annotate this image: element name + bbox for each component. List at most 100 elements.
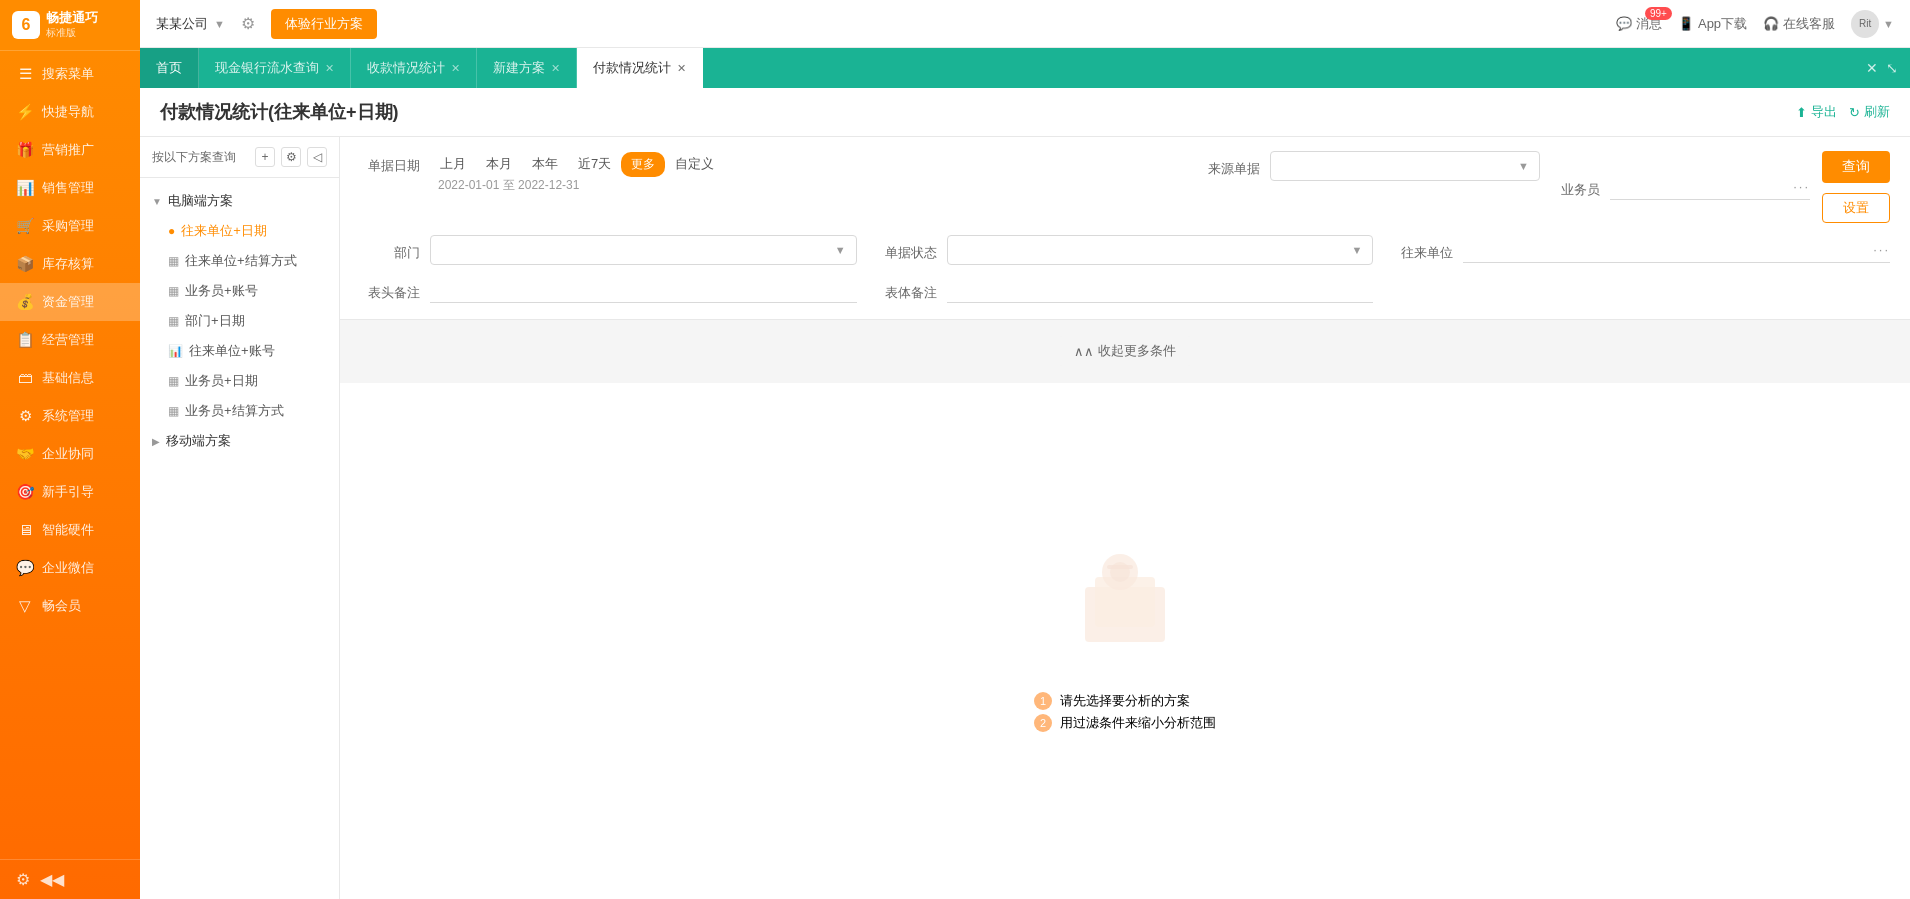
- query-button[interactable]: 查询: [1822, 151, 1890, 183]
- desktop-group-label: 电脑端方案: [168, 192, 233, 210]
- close-all-icon[interactable]: ✕: [1866, 60, 1878, 76]
- top-header: 某某公司 ▼ ⚙ 体验行业方案 💬 消息 99+ 📱 App下载 🎧 在线客服 …: [140, 0, 1910, 48]
- collection-tab-label: 收款情况统计: [367, 59, 445, 77]
- export-button[interactable]: ⬆ 导出: [1796, 103, 1837, 121]
- empty-illustration: [1065, 547, 1185, 668]
- collapse-icon: ◁: [313, 150, 322, 164]
- notification-btn[interactable]: 💬 消息 99+: [1616, 15, 1662, 33]
- partner-more-btn[interactable]: ···: [1873, 242, 1890, 257]
- scheme-item-partner-date[interactable]: ● 往来单位+日期: [140, 216, 339, 246]
- source-bill-select[interactable]: ▼: [1270, 151, 1540, 181]
- footer-settings-icon[interactable]: ⚙: [16, 870, 30, 889]
- sidebar-item-label: 系统管理: [42, 407, 94, 425]
- tab-payment[interactable]: 付款情况统计 ✕: [577, 48, 703, 88]
- date-filter-group: 单据日期 上月 本月 本年 近7天 更多 自定义: [360, 151, 1200, 194]
- footer-collapse-icon[interactable]: ◀◀: [40, 870, 64, 889]
- filter-section: 单据日期 上月 本月 本年 近7天 更多 自定义: [340, 137, 1910, 382]
- scheme-panel-header: 按以下方案查询 + ⚙ ◁: [140, 137, 339, 178]
- scheme-item-label: 业务员+账号: [185, 282, 258, 300]
- filter-row-3: 表头备注 表体备注: [360, 277, 1890, 303]
- radio-active-icon: ●: [168, 224, 175, 238]
- sidebar-item-label: 快捷导航: [42, 103, 94, 121]
- tab-home[interactable]: 首页: [140, 48, 199, 88]
- app-download-btn[interactable]: 📱 App下载: [1678, 15, 1747, 33]
- grid-icon3: ▦: [168, 314, 179, 328]
- sidebar-item-member[interactable]: ▽ 畅会员: [0, 587, 140, 625]
- empty-state: 1 请先选择要分析的方案 2 用过滤条件来缩小分析范围: [340, 383, 1910, 899]
- tab-collection[interactable]: 收款情况统计 ✕: [351, 48, 477, 88]
- date-custom[interactable]: 自定义: [665, 151, 724, 177]
- sidebar-item-corp[interactable]: 🤝 企业协同: [0, 435, 140, 473]
- scheme-collapse-button[interactable]: ◁: [307, 147, 327, 167]
- scheme-add-button[interactable]: +: [255, 147, 275, 167]
- dept-select[interactable]: ▼: [430, 235, 857, 265]
- tab-new-close[interactable]: ✕: [551, 62, 560, 75]
- scheme-item-staff-date[interactable]: ▦ 业务员+日期: [140, 366, 339, 396]
- sidebar-item-hardware[interactable]: 🖥 智能硬件: [0, 511, 140, 549]
- tab-new[interactable]: 新建方案 ✕: [477, 48, 577, 88]
- corp-icon: 🤝: [16, 445, 34, 463]
- date-last7[interactable]: 近7天: [568, 151, 621, 177]
- staff-more-btn[interactable]: ···: [1793, 179, 1810, 194]
- sidebar-item-marketing[interactable]: 🎁 营销推广: [0, 131, 140, 169]
- sidebar-item-finance[interactable]: 💰 资金管理: [0, 283, 140, 321]
- scheme-group-mobile-header[interactable]: ▶ 移动端方案: [140, 426, 339, 456]
- bill-status-label: 单据状态: [877, 238, 947, 262]
- sidebar-item-system[interactable]: ⚙ 系统管理: [0, 397, 140, 435]
- refresh-button[interactable]: ↻ 刷新: [1849, 103, 1890, 121]
- settings-icon: ⚙: [16, 407, 34, 425]
- box-icon: 📦: [16, 255, 34, 273]
- scheme-item-partner-account[interactable]: 📊 往来单位+账号: [140, 336, 339, 366]
- tab-bank[interactable]: 现金银行流水查询 ✕: [199, 48, 351, 88]
- sidebar-item-sales[interactable]: 📊 销售管理: [0, 169, 140, 207]
- sidebar-item-business[interactable]: 📋 经营管理: [0, 321, 140, 359]
- header-right: 💬 消息 99+ 📱 App下载 🎧 在线客服 Rit ▼: [1616, 10, 1894, 38]
- notification-badge: 99+: [1645, 7, 1672, 20]
- arrow-right-icon: ▶: [152, 436, 160, 447]
- company-selector[interactable]: 某某公司 ▼: [156, 15, 225, 33]
- scheme-item-dept-date[interactable]: ▦ 部门+日期: [140, 306, 339, 336]
- scheme-header-label: 按以下方案查询: [152, 149, 236, 166]
- tab-bank-close[interactable]: ✕: [325, 62, 334, 75]
- partner-input-wrap: ···: [1463, 237, 1890, 263]
- sidebar-item-inventory[interactable]: 📦 库存核算: [0, 245, 140, 283]
- tab-collection-close[interactable]: ✕: [451, 62, 460, 75]
- sidebar-item-purchase[interactable]: 🛒 采购管理: [0, 207, 140, 245]
- guide-icon: 🎯: [16, 483, 34, 501]
- header-settings-icon[interactable]: ⚙: [241, 14, 255, 33]
- online-service-btn[interactable]: 🎧 在线客服: [1763, 15, 1835, 33]
- sidebar-item-label: 企业协同: [42, 445, 94, 463]
- date-this-year[interactable]: 本年: [522, 151, 568, 177]
- scheme-item-partner-settle[interactable]: ▦ 往来单位+结算方式: [140, 246, 339, 276]
- export-label: 导出: [1811, 103, 1837, 121]
- date-last-month[interactable]: 上月: [430, 151, 476, 177]
- sidebar-item-guide[interactable]: 🎯 新手引导: [0, 473, 140, 511]
- filter-settings-button[interactable]: 设置: [1822, 193, 1890, 223]
- date-more-btn[interactable]: 更多: [621, 152, 665, 177]
- scheme-group-desktop-header[interactable]: ▼ 电脑端方案: [140, 186, 339, 216]
- collapse-label: 收起更多条件: [1098, 342, 1176, 360]
- sidebar-footer: ⚙ ◀◀: [0, 859, 140, 899]
- filter-row-1: 单据日期 上月 本月 本年 近7天 更多 自定义: [360, 151, 1890, 223]
- scheme-settings-button[interactable]: ⚙: [281, 147, 301, 167]
- collapse-more-btn[interactable]: ∧∧ 收起更多条件: [1058, 336, 1192, 366]
- grid-icon: ▦: [168, 254, 179, 268]
- sidebar-item-base[interactable]: 🗃 基础信息: [0, 359, 140, 397]
- sidebar-item-wechat[interactable]: 💬 企业微信: [0, 549, 140, 587]
- source-bill-arrow: ▼: [1518, 160, 1529, 172]
- trial-button[interactable]: 体验行业方案: [271, 9, 377, 39]
- bill-status-select[interactable]: ▼: [947, 235, 1374, 265]
- scheme-item-staff-settle[interactable]: ▦ 业务员+结算方式: [140, 396, 339, 426]
- user-menu[interactable]: Rit ▼: [1851, 10, 1894, 38]
- scheme-item-staff-account[interactable]: ▦ 业务员+账号: [140, 276, 339, 306]
- expand-icon[interactable]: ⤡: [1886, 60, 1898, 76]
- refresh-label: 刷新: [1864, 103, 1890, 121]
- partner-group: 往来单位 ···: [1393, 237, 1890, 263]
- tab-payment-close[interactable]: ✕: [677, 62, 686, 75]
- sidebar-item-quicknav[interactable]: ⚡ 快捷导航: [0, 93, 140, 131]
- body-note-input[interactable]: [947, 277, 1374, 303]
- page-header-actions: ⬆ 导出 ↻ 刷新: [1796, 103, 1890, 121]
- header-note-input[interactable]: [430, 277, 857, 303]
- sidebar-item-search[interactable]: ☰ 搜索菜单: [0, 55, 140, 93]
- date-this-month[interactable]: 本月: [476, 151, 522, 177]
